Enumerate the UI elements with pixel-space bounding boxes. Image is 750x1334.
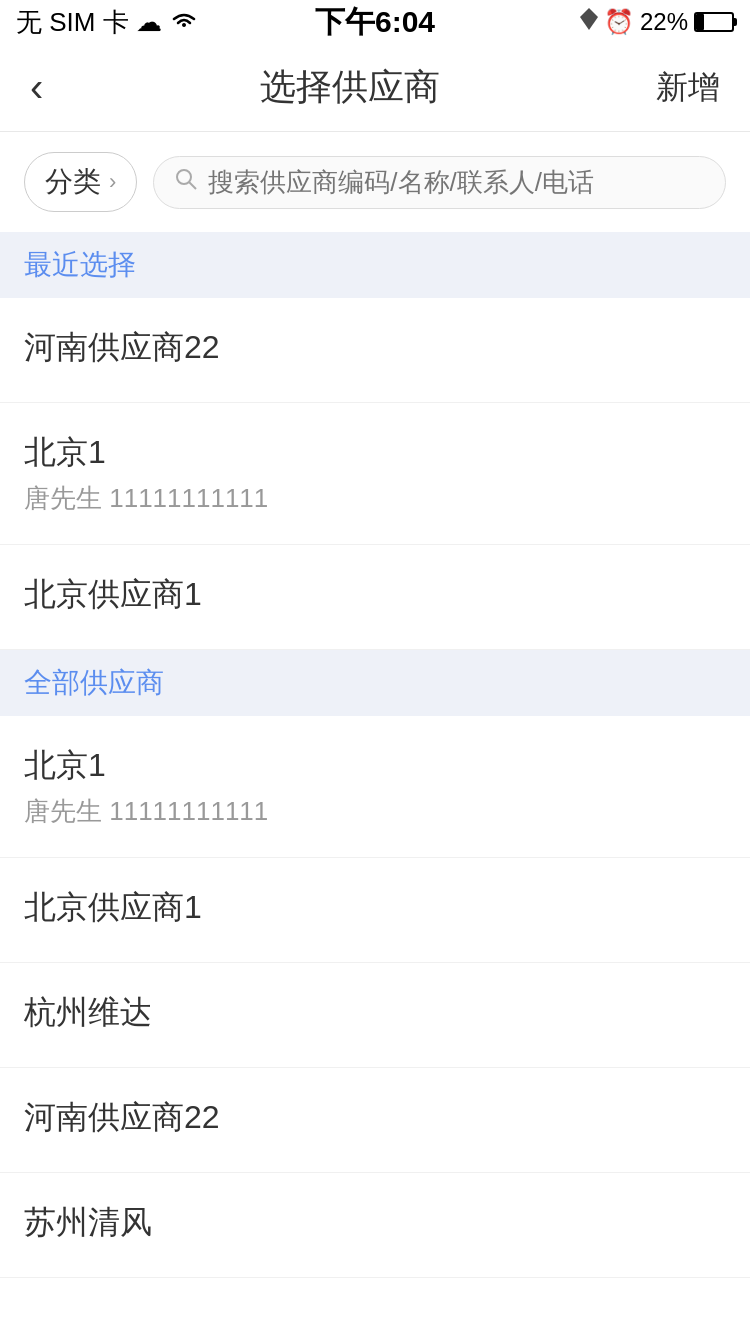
- nav-bar: ‹ 选择供应商 新增: [0, 44, 750, 132]
- all-items-list: 北京1 唐先生 11111111111 北京供应商1 杭州维达河南供应商22 苏州清风: [0, 716, 750, 1278]
- status-time: 下午6:04: [315, 2, 435, 43]
- item-name: 北京供应商1: [24, 886, 726, 930]
- list-item[interactable]: 北京1 唐先生 11111111111: [0, 403, 750, 545]
- battery-percent: 22%: [640, 8, 688, 36]
- search-box[interactable]: [153, 156, 726, 209]
- chevron-right-icon: ›: [109, 169, 116, 195]
- alarm-icon: ⏰: [604, 8, 634, 36]
- list-item[interactable]: 北京供应商1: [0, 858, 750, 963]
- svg-point-0: [177, 170, 191, 184]
- item-name: 苏州清风: [24, 1201, 726, 1245]
- category-filter[interactable]: 分类 ›: [24, 152, 137, 212]
- item-name: 北京供应商1: [24, 573, 726, 617]
- status-right: ⏰ 22%: [580, 8, 734, 36]
- all-section-label: 全部供应商: [24, 667, 164, 698]
- back-button[interactable]: ‹: [30, 65, 43, 110]
- add-button[interactable]: 新增: [656, 66, 720, 110]
- list-item[interactable]: 苏州清风: [0, 1173, 750, 1278]
- list-item[interactable]: 北京供应商1: [0, 545, 750, 650]
- list-item[interactable]: 河南供应商22: [0, 1068, 750, 1173]
- item-name: 北京1: [24, 744, 726, 788]
- recent-section-label: 最近选择: [24, 249, 136, 280]
- item-name: 杭州维达: [24, 991, 726, 1035]
- battery-icon: [694, 12, 734, 32]
- sim-label: 无 SIM 卡 ☁: [16, 5, 162, 40]
- recent-section-header: 最近选择: [0, 232, 750, 298]
- wifi-icon: [170, 7, 198, 38]
- item-name: 北京1: [24, 431, 726, 475]
- list-item[interactable]: 河南供应商22: [0, 298, 750, 403]
- status-left: 无 SIM 卡 ☁: [16, 5, 198, 40]
- list-item[interactable]: 北京1 唐先生 11111111111: [0, 716, 750, 858]
- filter-bar: 分类 ›: [0, 132, 750, 232]
- item-name: 河南供应商22: [24, 1096, 726, 1140]
- status-bar: 无 SIM 卡 ☁ 下午6:04 ⏰ 22%: [0, 0, 750, 44]
- svg-line-1: [189, 182, 196, 189]
- item-name: 河南供应商22: [24, 326, 726, 370]
- all-section-header: 全部供应商: [0, 650, 750, 716]
- item-sub: 唐先生 11111111111: [24, 481, 726, 516]
- recent-items-list: 河南供应商22 北京1 唐先生 11111111111 北京供应商1: [0, 298, 750, 650]
- search-icon: [174, 167, 198, 198]
- item-sub: 唐先生 11111111111: [24, 794, 726, 829]
- page-title: 选择供应商: [260, 63, 440, 112]
- category-label: 分类: [45, 163, 101, 201]
- list-item[interactable]: 杭州维达: [0, 963, 750, 1068]
- location-icon: [580, 8, 598, 36]
- search-input[interactable]: [208, 167, 705, 198]
